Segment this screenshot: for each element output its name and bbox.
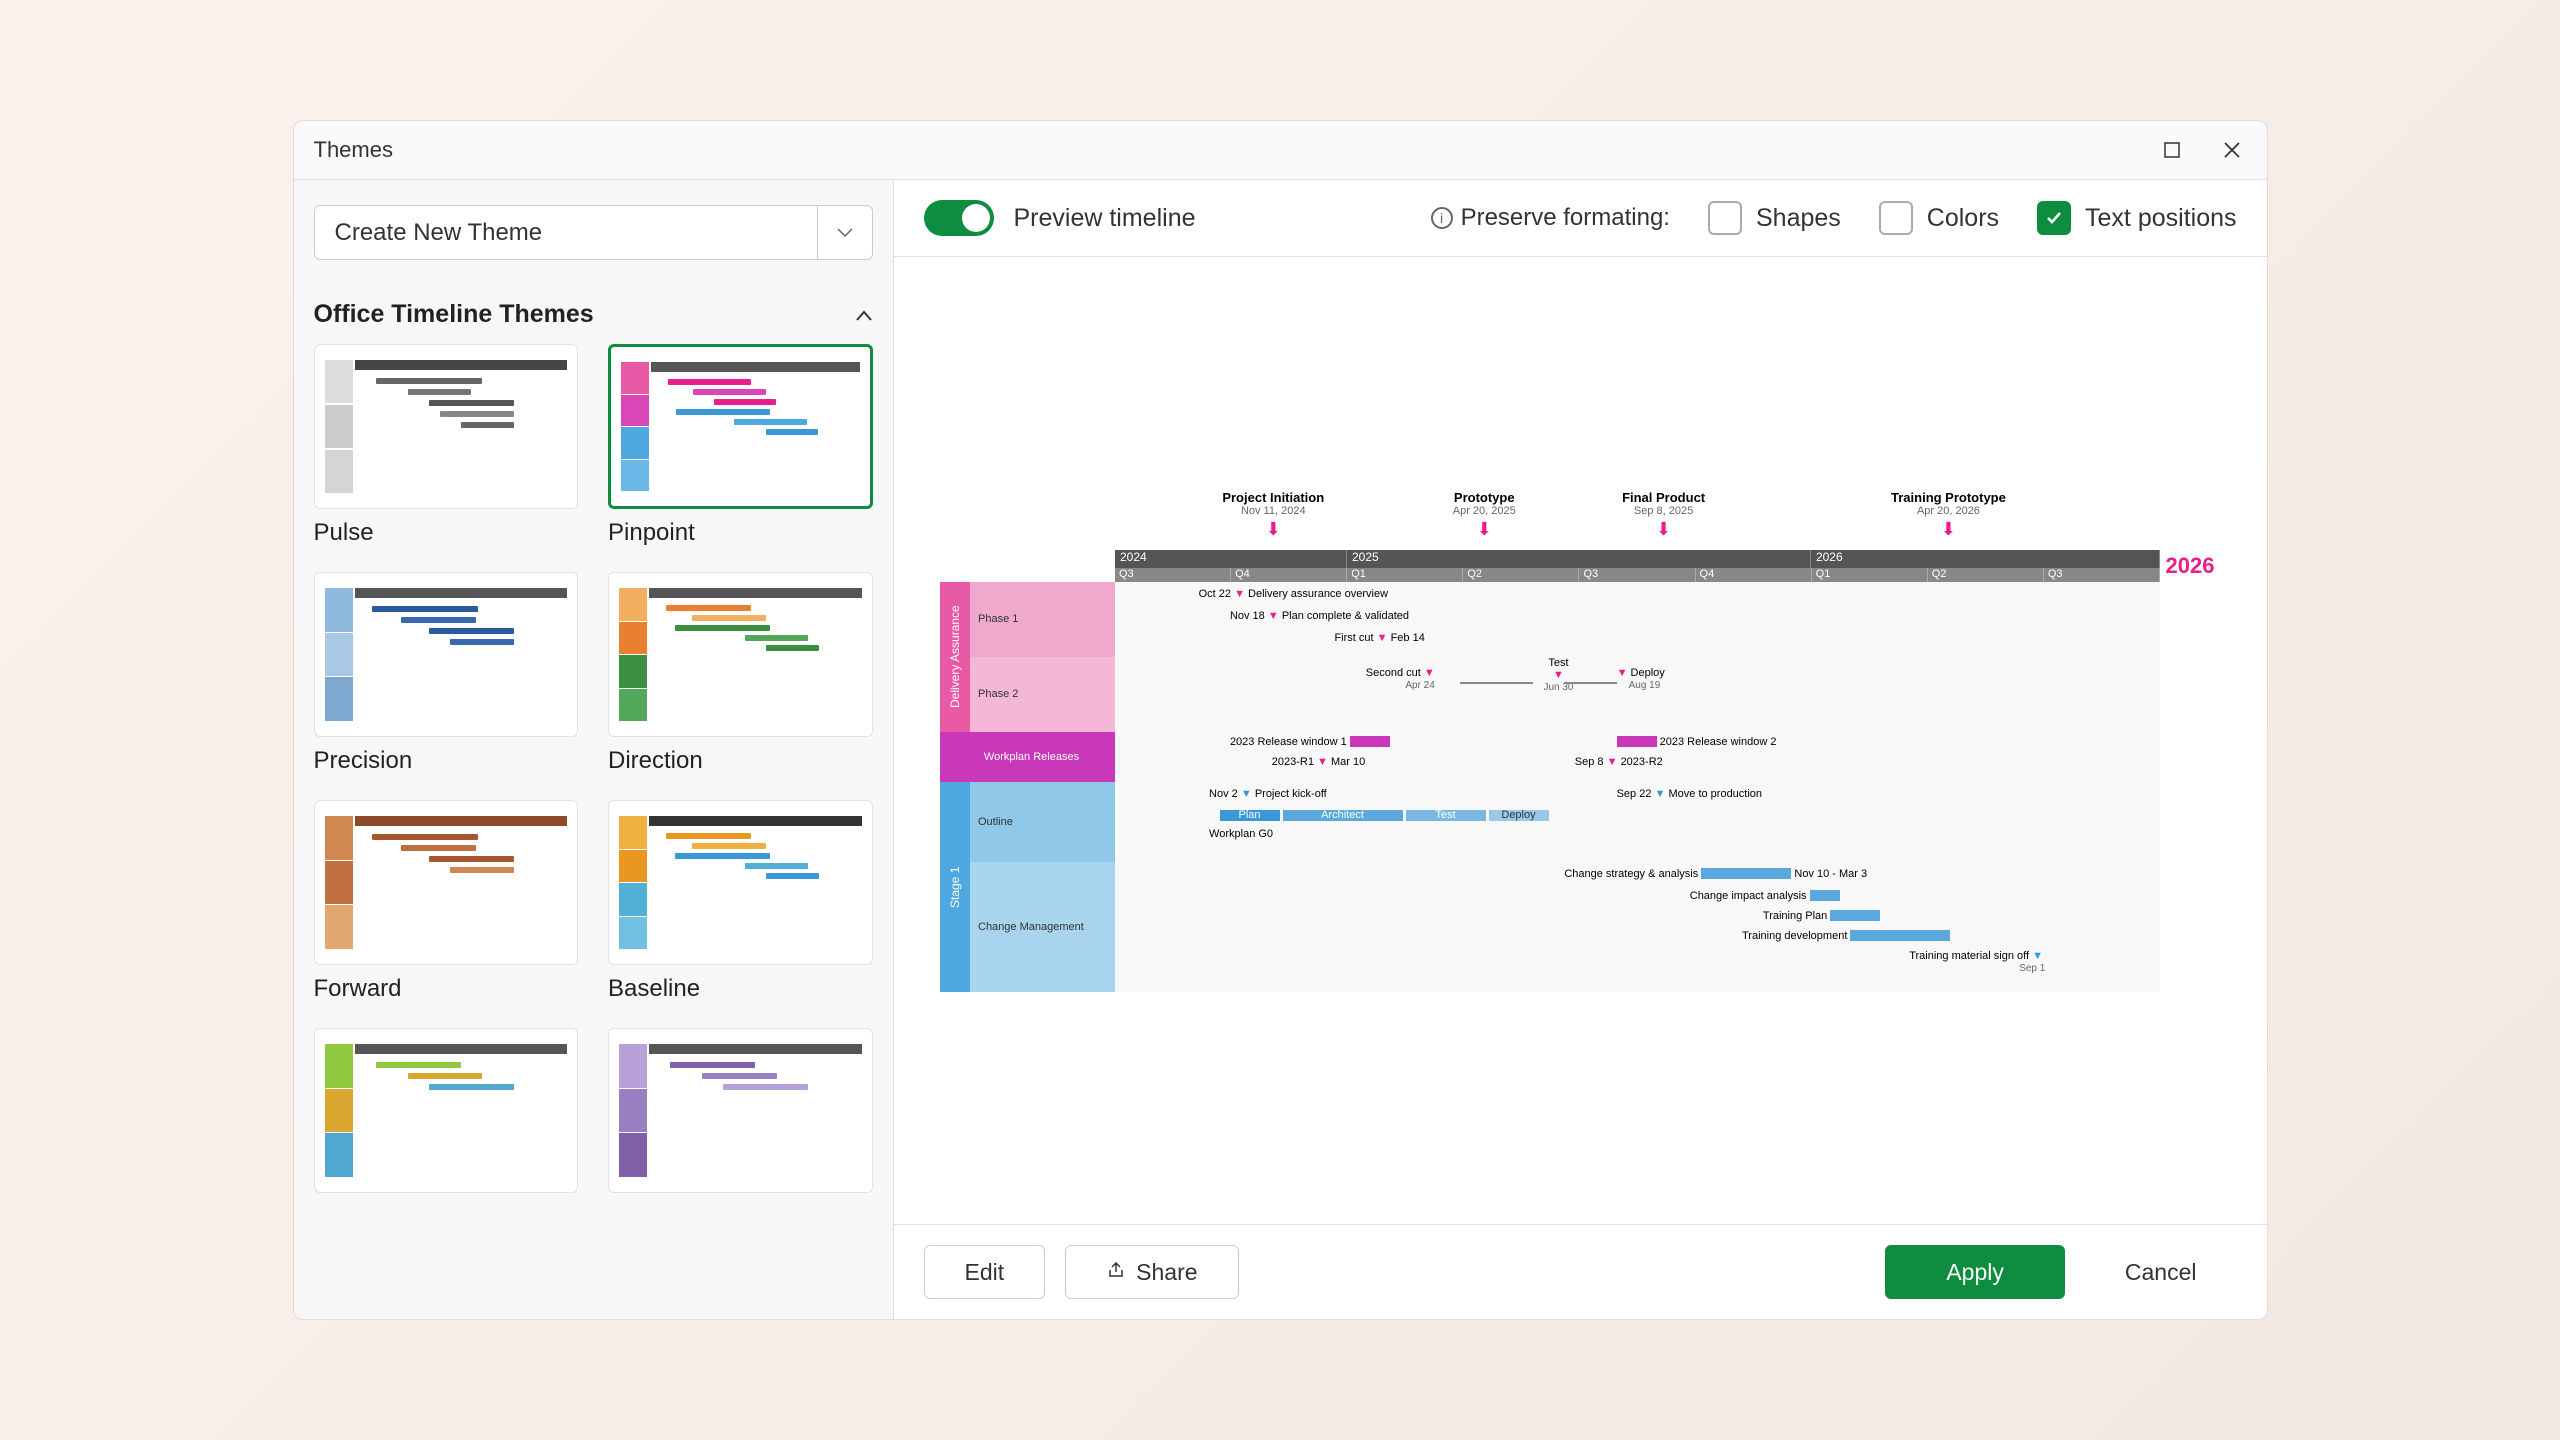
dialog-footer: Edit Share Apply Cancel [894,1224,2267,1319]
share-icon [1106,1259,1126,1286]
shapes-checkbox[interactable] [1708,201,1742,235]
chevron-down-icon [817,206,872,259]
preview-toolbar: Preview timeline i Preserve formating: S… [894,180,2267,257]
colors-checkbox[interactable] [1879,201,1913,235]
chevron-up-icon [855,300,873,329]
timeline-preview-area: Project InitiationNov 11, 2024⬇ Prototyp… [894,257,2267,1224]
close-button[interactable] [2217,135,2247,165]
titlebar: Themes [294,121,2267,179]
themes-sidebar: Create New Theme Office Timeline Themes [294,180,894,1319]
preview-toggle[interactable] [924,200,994,236]
edit-button[interactable]: Edit [924,1245,1046,1299]
theme-pinpoint[interactable]: Pinpoint [608,344,873,547]
apply-button[interactable]: Apply [1885,1245,2065,1299]
themes-dialog: Themes Create New Theme Office Timeline … [293,120,2268,1320]
share-button[interactable]: Share [1065,1245,1238,1299]
theme-extra-2[interactable] [608,1028,873,1193]
cancel-button[interactable]: Cancel [2085,1245,2237,1299]
theme-direction[interactable]: Direction [608,572,873,775]
theme-pulse[interactable]: Pulse [314,344,579,547]
dialog-title: Themes [314,137,393,163]
preserve-label: i Preserve formating: [1431,204,1670,232]
theme-precision[interactable]: Precision [314,572,579,775]
theme-baseline[interactable]: Baseline [608,800,873,1003]
info-icon: i [1431,207,1453,229]
text-positions-checkbox[interactable] [2037,201,2071,235]
themes-section-header[interactable]: Office Timeline Themes [294,285,893,344]
maximize-button[interactable] [2157,135,2187,165]
theme-extra-1[interactable] [314,1028,579,1193]
end-year-label: 2026 [2166,553,2215,579]
create-theme-dropdown[interactable]: Create New Theme [314,205,873,260]
theme-forward[interactable]: Forward [314,800,579,1003]
